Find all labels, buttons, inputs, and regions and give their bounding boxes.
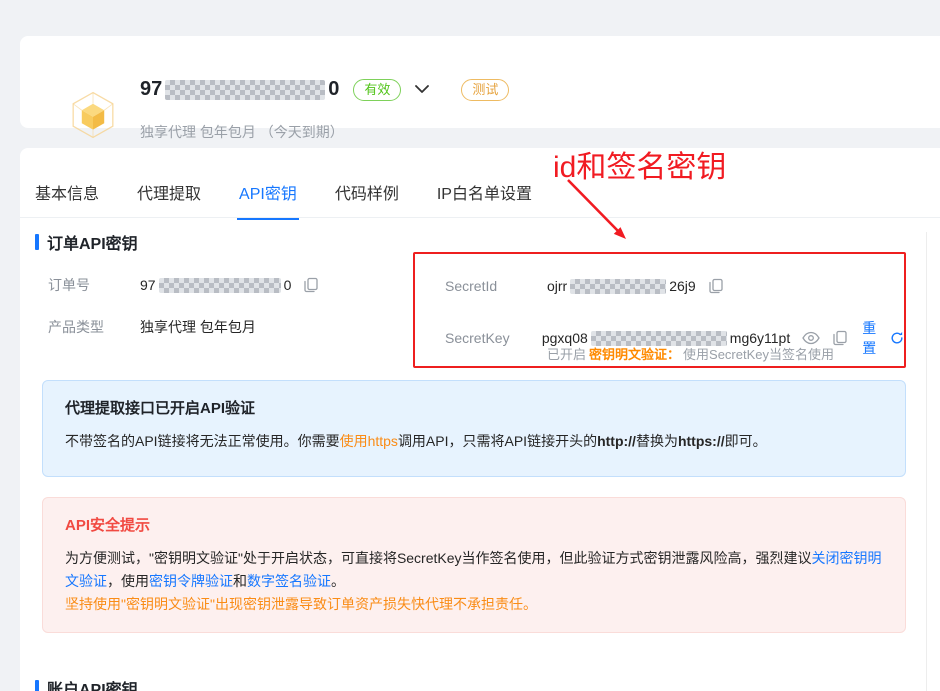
tab-proxy-extract[interactable]: 代理提取 [135,176,203,220]
tab-code-samples[interactable]: 代码样例 [333,176,401,220]
copy-icon[interactable] [708,278,724,294]
reset-secret-key-button[interactable]: 重置 [862,318,904,358]
info-box-body: 不带签名的API链接将无法正常使用。你需要使用https调用API，只需将API… [65,430,883,453]
product-type-label: 产品类型 [48,317,140,337]
order-id-mosaic [165,80,325,100]
tab-api-key[interactable]: API密钥 [237,176,299,220]
plaintext-verify-note: 已开启密钥明文验证：使用SecretKey当签名使用 [547,344,834,363]
section-bar [35,680,39,691]
info-box-title: 代理提取接口已开启API验证 [65,397,883,420]
secret-id-value: ojrr26j9 [547,278,696,294]
eye-icon[interactable] [802,331,820,345]
tab-ip-whitelist[interactable]: IP白名单设置 [435,176,534,220]
annotation-arrow [550,172,650,257]
copy-icon[interactable] [832,330,848,346]
product-type-value: 独享代理 包年包月 [140,317,256,337]
api-security-warning-box: API安全提示 为方便测试，"密钥明文验证"处于开启状态，可直接将SecretK… [42,497,906,633]
warning-box-body: 为方便测试，"密钥明文验证"处于开启状态，可直接将SecretKey当作签名使用… [65,547,883,593]
tab-basic-info[interactable]: 基本信息 [33,176,101,220]
refresh-icon [890,331,904,345]
chevron-down-icon[interactable] [415,85,429,94]
order-number-row: 订单号 970 [48,275,319,295]
order-number-label: 订单号 [48,275,140,295]
secret-id-row: SecretId ojrr26j9 [445,278,724,294]
plaintext-verify-highlight: 密钥明文验证： [589,347,680,362]
warning-box-title: API安全提示 [65,514,883,537]
token-verify-link[interactable]: 密钥令牌验证 [149,573,233,589]
order-api-key-section-title: 订单API密钥 [35,230,138,254]
order-number-mosaic [159,278,281,293]
page: 97 0 有效 测试 独享代理 包年包月 （今天到期） 基本信息 代理提取 API… [0,0,940,691]
signature-verify-link[interactable]: 数字签名验证 [247,573,331,589]
copy-icon[interactable] [303,277,319,293]
order-id-prefix: 97 [140,78,162,101]
api-verify-info-box: 代理提取接口已开启API验证 不带签名的API链接将无法正常使用。你需要使用ht… [42,380,906,477]
secret-highlight-box: SecretId ojrr26j9 SecretKey pgxq08mg6y11… [413,252,906,368]
use-https-link[interactable]: 使用https [340,433,398,449]
product-cube-icon [68,90,118,140]
account-api-key-section-title: 账户API密钥 [35,676,138,691]
secret-id-label: SecretId [445,278,547,294]
order-id-redacted: 97 0 [140,78,339,101]
warning-box-disclaimer: 坚持使用"密钥明文验证"出现密钥泄露导致订单资产损失快代理不承担责任。 [65,593,883,616]
test-badge: 测试 [461,79,509,101]
status-badge: 有效 [353,79,401,101]
order-id-suffix: 0 [328,78,339,101]
product-type-row: 产品类型 独享代理 包年包月 [48,317,256,337]
api-key-panel: 基本信息 代理提取 API密钥 代码样例 IP白名单设置 订单API密钥 订单号… [20,148,940,691]
secret-id-mosaic [570,279,666,294]
tab-divider [20,217,940,218]
content-edge-line [926,232,927,691]
product-header-card: 970 有效 测试 独享代理 包年包月 （今天到期） [20,36,940,128]
product-subtitle: 独享代理 包年包月 （今天到期） [140,122,344,142]
secret-key-label: SecretKey [445,330,542,346]
tab-bar: 基本信息 代理提取 API密钥 代码样例 IP白名单设置 [33,176,534,220]
section-bar [35,234,39,250]
order-number-value: 970 [140,277,291,293]
